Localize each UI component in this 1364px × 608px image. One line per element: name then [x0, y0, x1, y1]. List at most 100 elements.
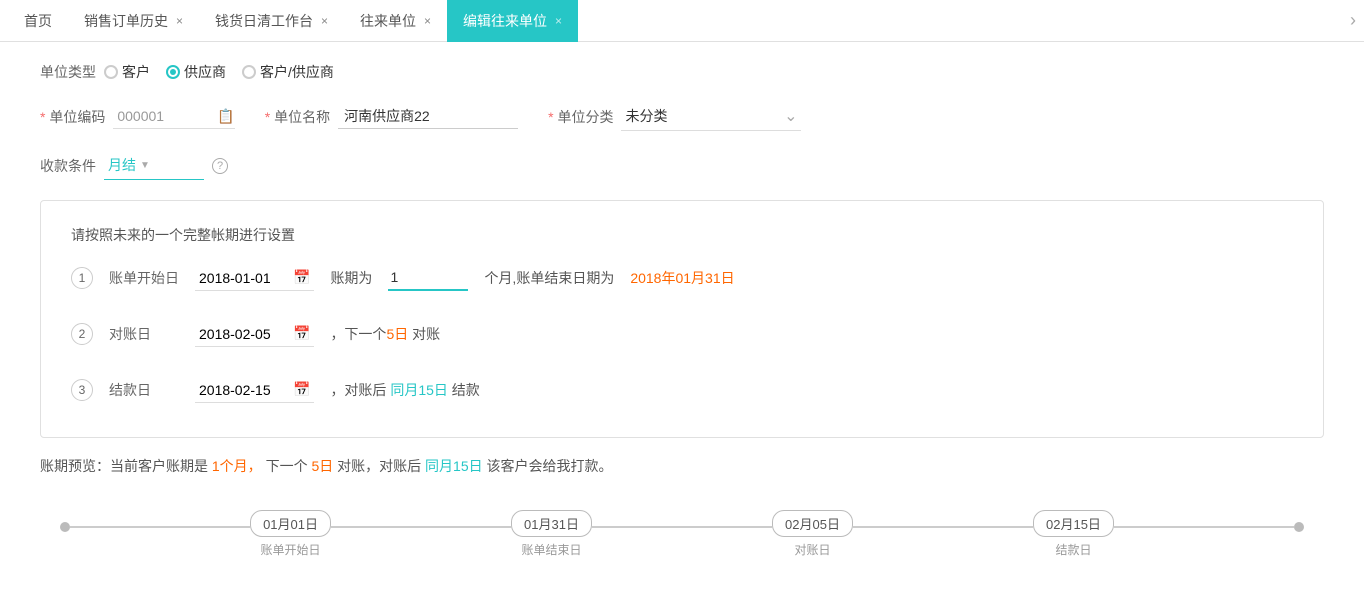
preview-section: 账期预览：当前客户账期是 1个月， 下一个 5日 对账，对账后 同月15日 该客… — [40, 456, 1324, 476]
unit-category-value: 未分类 — [625, 106, 780, 126]
timeline-label-4: 结款日 — [1055, 541, 1091, 558]
unit-type-radios: 客户 供应商 客户/供应商 — [104, 62, 334, 82]
timeline-node-2: 01月31日 账单结束日 — [511, 510, 592, 558]
timeline-end-dot — [1294, 522, 1304, 532]
tl-seg-4 — [1114, 526, 1294, 528]
tab-sales-history-label: 销售订单历史 — [84, 11, 168, 31]
payment-terms-select[interactable]: 月结 ▼ — [104, 151, 204, 180]
payment-terms-arrow-icon: ▼ — [140, 160, 150, 171]
unit-name-group: 单位名称 — [265, 104, 518, 129]
tab-home-label: 首页 — [24, 11, 52, 31]
payment-terms-value: 月结 — [108, 155, 136, 175]
preview-highlight2: 5日 — [311, 458, 333, 474]
unit-code-group: 单位编码 📋 — [40, 104, 235, 129]
unit-category-group: 单位分类 未分类 ⌄ — [548, 102, 801, 131]
payment-terms-row: 收款条件 月结 ▼ ? — [40, 151, 1324, 180]
unit-category-select[interactable]: 未分类 ⌄ — [621, 102, 801, 131]
tl-seg-2 — [592, 526, 772, 528]
step-1-date-input[interactable] — [199, 270, 289, 286]
step-3-date-input[interactable] — [199, 382, 289, 398]
timeline-badge-2: 01月31日 — [511, 510, 592, 537]
unit-info-row: 单位编码 📋 单位名称 单位分类 未分类 ⌄ — [40, 102, 1324, 131]
radio-customer-supplier-label: 客户/供应商 — [260, 62, 334, 82]
unit-type-row: 单位类型 客户 供应商 客户/供应商 — [40, 62, 1324, 82]
payment-terms-label: 收款条件 — [40, 156, 96, 176]
unit-type-group: 单位类型 客户 供应商 客户/供应商 — [40, 62, 334, 82]
step-3-calendar-icon[interactable]: 📅 — [293, 381, 310, 398]
tab-cash-work-label: 钱货日清工作台 — [215, 11, 313, 31]
step-1-number: 1 — [71, 267, 93, 289]
timeline-label-2: 账单结束日 — [522, 541, 582, 558]
tabs-scroll-right-icon[interactable]: › — [1350, 10, 1356, 31]
unit-category-label: 单位分类 — [548, 107, 613, 127]
unit-code-label: 单位编码 — [40, 107, 105, 127]
timeline-start-dot — [60, 522, 70, 532]
unit-category-arrow-icon: ⌄ — [784, 106, 797, 126]
tab-edit-partner-label: 编辑往来单位 — [463, 11, 547, 31]
step-2-calendar-icon[interactable]: 📅 — [293, 325, 310, 342]
tab-home[interactable]: 首页 — [8, 0, 68, 42]
radio-customer-supplier[interactable]: 客户/供应商 — [242, 62, 334, 82]
step-2-date-wrapper: 📅 — [195, 321, 314, 347]
step-1-middle-text: 账期为 — [330, 268, 372, 288]
timeline-badge-4: 02月15日 — [1033, 510, 1114, 537]
timeline-node-4: 02月15日 结款日 — [1033, 510, 1114, 558]
step-1-date-wrapper: 📅 — [195, 265, 314, 291]
tab-sales-history[interactable]: 销售订单历史 × — [68, 0, 199, 42]
preview-highlight3: 同月15日 — [425, 458, 483, 474]
preview-text2: 对账，对账后 — [337, 458, 421, 474]
timeline-node-1: 01月01日 账单开始日 — [250, 510, 331, 558]
step-3-highlight: 同月15日 — [390, 382, 448, 398]
timeline-label-3: 对账日 — [794, 541, 830, 558]
timeline-label-1: 账单开始日 — [261, 541, 321, 558]
period-input[interactable] — [388, 265, 468, 291]
step-1-period-suffix: 个月,账单结束日期为 — [484, 268, 614, 288]
help-icon[interactable]: ? — [212, 158, 228, 174]
timeline-section: 01月01日 账单开始日 01月31日 账单结束日 02月05日 对账日 02月… — [40, 500, 1324, 558]
timeline-badge-1: 01月01日 — [250, 510, 331, 537]
tab-partner[interactable]: 往来单位 × — [344, 0, 447, 42]
timeline-badge-3: 02月05日 — [772, 510, 853, 537]
step-1-row: 1 账单开始日 📅 账期为 个月,账单结束日期为 2018年01月31日 — [71, 265, 1293, 291]
tl-seg-0 — [70, 526, 250, 528]
step-3-date-wrapper: 📅 — [195, 377, 314, 403]
radio-supplier-circle — [166, 65, 180, 79]
tab-cash-work[interactable]: 钱货日清工作台 × — [199, 0, 344, 42]
tab-partner-label: 往来单位 — [360, 11, 416, 31]
tl-seg-1 — [331, 526, 511, 528]
preview-middle: 下一个 — [266, 458, 308, 474]
step-1-label: 账单开始日 — [109, 268, 179, 288]
preview-suffix: 该客户会给我打款。 — [487, 458, 613, 474]
unit-code-input[interactable] — [113, 104, 213, 128]
settings-card: 请按照未来的一个完整帐期进行设置 1 账单开始日 📅 账期为 个月,账单结束日期… — [40, 200, 1324, 438]
step-2-date-input[interactable] — [199, 326, 289, 342]
copy-icon[interactable]: 📋 — [217, 108, 234, 125]
radio-customer[interactable]: 客户 — [104, 62, 150, 82]
step-1-end-date: 2018年01月31日 — [630, 268, 734, 288]
radio-customer-circle — [104, 65, 118, 79]
tab-edit-partner-close[interactable]: × — [555, 14, 562, 28]
unit-name-input[interactable] — [338, 104, 518, 129]
main-content: 单位类型 客户 供应商 客户/供应商 单位编码 — [0, 42, 1364, 608]
unit-type-label: 单位类型 — [40, 62, 96, 82]
card-title: 请按照未来的一个完整帐期进行设置 — [71, 225, 1293, 245]
step-1-calendar-icon[interactable]: 📅 — [293, 269, 310, 286]
step-2-row: 2 对账日 📅 ，下一个5日 对账 — [71, 321, 1293, 347]
tab-cash-work-close[interactable]: × — [321, 14, 328, 28]
radio-supplier[interactable]: 供应商 — [166, 62, 226, 82]
step-3-row: 3 结款日 📅 ，对账后 同月15日 结款 — [71, 377, 1293, 403]
step-2-highlight: 5日 — [386, 326, 408, 342]
step-3-desc: ，对账后 同月15日 结款 — [330, 380, 479, 400]
payment-terms-group: 收款条件 月结 ▼ ? — [40, 151, 228, 180]
step-3-label: 结款日 — [109, 380, 179, 400]
tl-seg-3 — [853, 526, 1033, 528]
tabs-bar: 首页 销售订单历史 × 钱货日清工作台 × 往来单位 × 编辑往来单位 × › — [0, 0, 1364, 42]
radio-supplier-label: 供应商 — [184, 62, 226, 82]
preview-prefix: 账期预览：当前客户账期是 — [40, 458, 208, 474]
tab-edit-partner[interactable]: 编辑往来单位 × — [447, 0, 578, 42]
tab-partner-close[interactable]: × — [424, 14, 431, 28]
step-2-number: 2 — [71, 323, 93, 345]
unit-name-label: 单位名称 — [265, 107, 330, 127]
tab-sales-history-close[interactable]: × — [176, 14, 183, 28]
radio-customer-label: 客户 — [122, 62, 150, 82]
